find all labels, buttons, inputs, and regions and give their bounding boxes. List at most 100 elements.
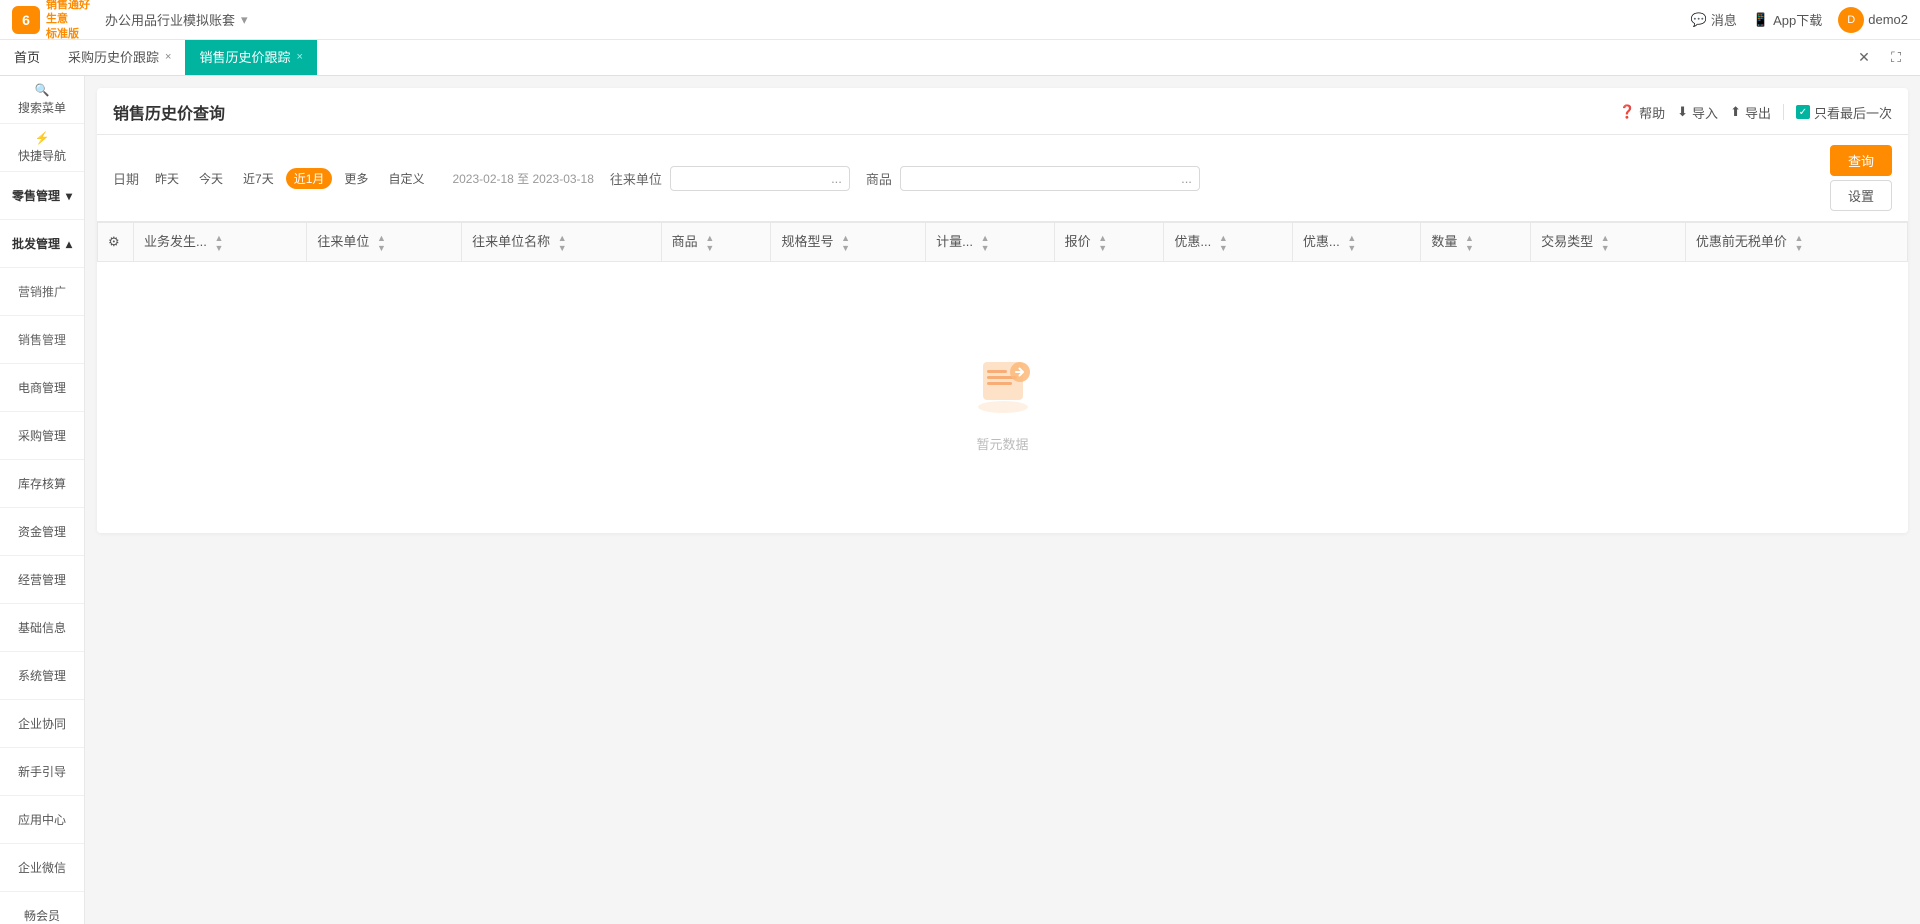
date-pill-1month[interactable]: 近1月 — [286, 168, 333, 189]
settings-button[interactable]: 设置 — [1830, 180, 1892, 211]
wholesale-expand-icon: ▴ — [66, 237, 72, 251]
quick-nav-icon: ⚡ — [35, 131, 50, 145]
download-icon: 📱 — [1753, 12, 1769, 28]
message-icon: 💬 — [1691, 12, 1707, 28]
search-menu-icon: 🔍 — [35, 83, 50, 97]
th-discount1[interactable]: 优惠... ▲▼ — [1164, 223, 1292, 262]
tab-expand-btn[interactable]: ⛶ — [1884, 46, 1908, 70]
app-download-btn[interactable]: 📱 App下载 — [1753, 10, 1822, 29]
sidebar-item-wechat[interactable]: 企业微信 — [0, 844, 84, 892]
tab-sales-history[interactable]: 销售历史价跟踪 × — [185, 40, 316, 75]
tab-close-sales[interactable]: × — [296, 51, 302, 63]
date-pill-custom[interactable]: 自定义 — [380, 168, 432, 189]
data-table: ⚙ 业务发生... ▲▼ 往来单位 ▲▼ 往来单位名称 — [97, 222, 1908, 262]
sidebar-item-inventory[interactable]: 库存核算 — [0, 460, 84, 508]
th-price[interactable]: 报价 ▲▼ — [1054, 223, 1164, 262]
counterpart-filter-group: 往来单位 ... — [610, 166, 850, 191]
goods-input[interactable] — [900, 166, 1200, 191]
date-range-text: 2023-02-18 至 2023-03-18 — [452, 170, 593, 187]
sort-discount2: ▲▼ — [1347, 233, 1356, 253]
app-title: 办公用品行业模拟账套 — [105, 10, 235, 29]
checkbox-icon: ✓ — [1796, 105, 1810, 119]
message-btn[interactable]: 💬 消息 — [1691, 10, 1737, 29]
top-bar-actions: 💬 消息 📱 App下载 D demo2 — [1691, 7, 1908, 33]
sidebar-item-sales-mgmt[interactable]: 销售管理 — [0, 316, 84, 364]
th-trade-type[interactable]: 交易类型 ▲▼ — [1531, 223, 1686, 262]
sort-pretax-price: ▲▼ — [1794, 233, 1803, 253]
dropdown-arrow-icon[interactable]: ▾ — [241, 12, 248, 28]
sidebar-item-search-menu[interactable]: 🔍 搜索菜单 — [0, 76, 84, 124]
th-discount2[interactable]: 优惠... ▲▼ — [1292, 223, 1420, 262]
th-pretax-price[interactable]: 优惠前无税单价 ▲▼ — [1685, 223, 1907, 262]
counterpart-input-wrap: ... — [670, 166, 850, 191]
th-settings[interactable]: ⚙ — [98, 223, 134, 262]
counterpart-label: 往来单位 — [610, 169, 662, 188]
filter-bar: 日期 昨天 今天 近7天 近1月 更多 自定义 2023-02-18 至 202… — [97, 135, 1908, 222]
tab-close-btn[interactable]: ✕ — [1852, 46, 1876, 70]
th-quantity[interactable]: 数量 ▲▼ — [1421, 223, 1531, 262]
sidebar-item-quick-nav[interactable]: ⚡ 快捷导航 — [0, 124, 84, 172]
help-icon: ❓ — [1619, 104, 1635, 120]
page-header-actions: ❓ 帮助 ⬇ 导入 ⬆ 导出 ✓ — [1619, 103, 1892, 122]
date-pill-7days[interactable]: 近7天 — [235, 168, 282, 189]
sidebar-item-marketing[interactable]: 营销推广 — [0, 268, 84, 316]
content-area: 销售历史价查询 ❓ 帮助 ⬇ 导入 ⬆ 导出 — [85, 76, 1920, 924]
help-btn[interactable]: ❓ 帮助 — [1619, 103, 1665, 122]
divider — [1783, 104, 1784, 120]
sidebar-item-wholesale-mgmt[interactable]: 批发管理 ▴ — [0, 220, 84, 268]
sidebar-item-newbie[interactable]: 新手引导 — [0, 748, 84, 796]
empty-icon — [963, 342, 1043, 422]
avatar: D — [1838, 7, 1864, 33]
sidebar-item-purchase-mgmt[interactable]: 采购管理 — [0, 412, 84, 460]
settings-icon: ⚙ — [108, 234, 120, 249]
sort-counterpart-code: ▲▼ — [377, 233, 386, 253]
tab-purchase-history[interactable]: 采购历史价跟踪 × — [54, 40, 185, 75]
sidebar-item-app-center[interactable]: 应用中心 — [0, 796, 84, 844]
date-pill-more[interactable]: 更多 — [336, 168, 376, 189]
query-button[interactable]: 查询 — [1830, 145, 1892, 176]
empty-state: 暂元数据 — [97, 262, 1908, 533]
sidebar-item-retail-mgmt[interactable]: 零售管理 ▾ — [0, 172, 84, 220]
sort-price: ▲▼ — [1098, 233, 1107, 253]
sidebar-item-operations[interactable]: 经营管理 — [0, 556, 84, 604]
sort-discount1: ▲▼ — [1219, 233, 1228, 253]
date-pill-today[interactable]: 今天 — [191, 168, 231, 189]
sidebar-item-enterprise[interactable]: 企业协同 — [0, 700, 84, 748]
page-title: 销售历史价查询 — [113, 100, 225, 124]
sidebar-item-membership[interactable]: 畅会员 — [0, 892, 84, 924]
th-counterpart-name[interactable]: 往来单位名称 ▲▼ — [462, 223, 662, 262]
th-unit[interactable]: 计量... ▲▼ — [926, 223, 1054, 262]
th-counterpart-code[interactable]: 往来单位 ▲▼ — [307, 223, 462, 262]
logo-icon: 6 — [12, 6, 40, 34]
top-bar: 6 销售通好生意 标准版 办公用品行业模拟账套 ▾ 💬 消息 📱 App下载 D… — [0, 0, 1920, 40]
th-biz-date[interactable]: 业务发生... ▲▼ — [134, 223, 307, 262]
tab-close-purchase[interactable]: × — [165, 51, 171, 63]
table-container: ⚙ 业务发生... ▲▼ 往来单位 ▲▼ 往来单位名称 — [97, 222, 1908, 533]
counterpart-dots: ... — [831, 171, 842, 186]
sort-unit: ▲▼ — [981, 233, 990, 253]
date-range-group: 2023-02-18 至 2023-03-18 — [448, 170, 593, 187]
only-last-checkbox[interactable]: ✓ 只看最后一次 — [1796, 103, 1892, 122]
import-btn[interactable]: ⬇ 导入 — [1677, 103, 1718, 122]
import-icon: ⬇ — [1677, 104, 1688, 120]
sort-goods: ▲▼ — [705, 233, 714, 253]
export-btn[interactable]: ⬆ 导出 — [1730, 103, 1771, 122]
logo-area: 6 销售通好生意 标准版 — [12, 0, 97, 41]
date-label: 日期 — [113, 169, 139, 188]
counterpart-input[interactable] — [670, 166, 850, 191]
table-header-row: ⚙ 业务发生... ▲▼ 往来单位 ▲▼ 往来单位名称 — [98, 223, 1908, 262]
th-goods[interactable]: 商品 ▲▼ — [661, 223, 771, 262]
sidebar-item-system[interactable]: 系统管理 — [0, 652, 84, 700]
user-avatar-area[interactable]: D demo2 — [1838, 7, 1908, 33]
sort-trade-type: ▲▼ — [1601, 233, 1610, 253]
sidebar-item-ecommerce[interactable]: 电商管理 — [0, 364, 84, 412]
goods-label: 商品 — [866, 169, 892, 188]
tab-home[interactable]: 首页 — [0, 40, 54, 75]
sidebar-item-basic-info[interactable]: 基础信息 — [0, 604, 84, 652]
sidebar: 🔍 搜索菜单 ⚡ 快捷导航 零售管理 ▾ 批发管理 ▴ 营销推广 销售管理 电商… — [0, 76, 85, 924]
page-header: 销售历史价查询 ❓ 帮助 ⬇ 导入 ⬆ 导出 — [97, 88, 1908, 135]
date-pill-yesterday[interactable]: 昨天 — [147, 168, 187, 189]
sidebar-item-finance[interactable]: 资金管理 — [0, 508, 84, 556]
th-spec[interactable]: 规格型号 ▲▼ — [771, 223, 926, 262]
date-filter-group: 日期 昨天 今天 近7天 近1月 更多 自定义 — [113, 168, 432, 189]
